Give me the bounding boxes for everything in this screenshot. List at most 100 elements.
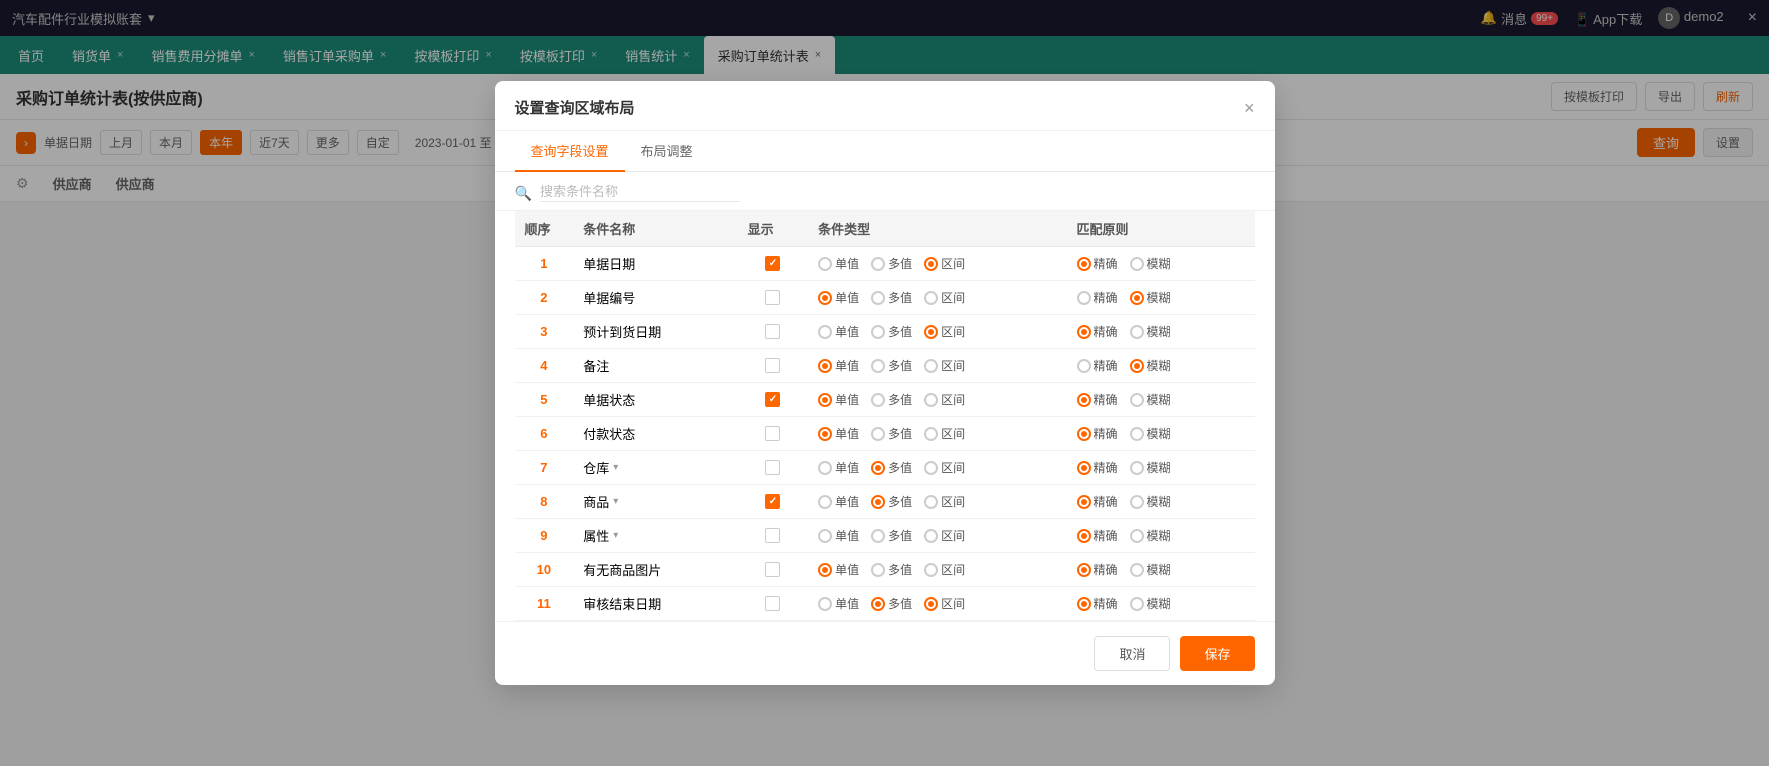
radio-circle[interactable] <box>818 461 832 475</box>
type-radio-item[interactable]: 单值 <box>818 357 859 374</box>
radio-circle[interactable] <box>818 359 832 373</box>
match-radio-circle[interactable] <box>1077 291 1091 305</box>
radio-circle[interactable] <box>871 529 885 543</box>
radio-circle[interactable] <box>871 427 885 441</box>
show-checkbox[interactable] <box>765 426 780 441</box>
cell-show[interactable] <box>738 451 808 485</box>
type-radio-item[interactable]: 区间 <box>924 425 965 442</box>
radio-circle[interactable] <box>871 563 885 577</box>
type-radio-item[interactable]: 单值 <box>818 595 859 612</box>
radio-circle[interactable] <box>871 393 885 407</box>
radio-circle[interactable] <box>924 461 938 475</box>
type-radio-item[interactable]: 多值 <box>871 425 912 442</box>
match-radio-item[interactable]: 模糊 <box>1130 595 1171 612</box>
type-radio-item[interactable]: 区间 <box>924 493 965 510</box>
match-radio-item[interactable]: 精确 <box>1077 255 1118 272</box>
type-radio-item[interactable]: 区间 <box>924 595 965 612</box>
radio-circle[interactable] <box>924 563 938 577</box>
radio-circle[interactable] <box>924 495 938 509</box>
type-radio-item[interactable]: 区间 <box>924 561 965 578</box>
match-radio-circle[interactable] <box>1130 359 1144 373</box>
type-radio-item[interactable]: 多值 <box>871 527 912 544</box>
cell-show[interactable] <box>738 587 808 621</box>
type-radio-item[interactable]: 多值 <box>871 323 912 340</box>
dialog-close-button[interactable]: × <box>1244 99 1255 117</box>
match-radio-circle[interactable] <box>1130 597 1144 611</box>
radio-circle[interactable] <box>818 427 832 441</box>
radio-circle[interactable] <box>818 257 832 271</box>
search-input[interactable] <box>540 184 740 202</box>
match-radio-item[interactable]: 精确 <box>1077 459 1118 476</box>
radio-circle[interactable] <box>924 359 938 373</box>
type-radio-item[interactable]: 单值 <box>818 289 859 306</box>
radio-circle[interactable] <box>924 325 938 339</box>
match-radio-item[interactable]: 精确 <box>1077 357 1118 374</box>
type-radio-item[interactable]: 单值 <box>818 323 859 340</box>
radio-circle[interactable] <box>871 291 885 305</box>
match-radio-item[interactable]: 模糊 <box>1130 357 1171 374</box>
radio-circle[interactable] <box>924 393 938 407</box>
match-radio-circle[interactable] <box>1077 393 1091 407</box>
type-radio-item[interactable]: 区间 <box>924 357 965 374</box>
radio-circle[interactable] <box>818 325 832 339</box>
tab-fields[interactable]: 查询字段设置 <box>515 131 625 172</box>
radio-circle[interactable] <box>924 291 938 305</box>
radio-circle[interactable] <box>818 563 832 577</box>
match-radio-item[interactable]: 精确 <box>1077 561 1118 578</box>
type-radio-item[interactable]: 多值 <box>871 289 912 306</box>
match-radio-circle[interactable] <box>1130 495 1144 509</box>
match-radio-item[interactable]: 模糊 <box>1130 561 1171 578</box>
show-checkbox[interactable] <box>765 596 780 611</box>
type-radio-item[interactable]: 区间 <box>924 527 965 544</box>
radio-circle[interactable] <box>871 325 885 339</box>
cell-show[interactable] <box>738 281 808 315</box>
radio-circle[interactable] <box>924 529 938 543</box>
match-radio-item[interactable]: 精确 <box>1077 527 1118 544</box>
match-radio-item[interactable]: 精确 <box>1077 425 1118 442</box>
show-checkbox[interactable] <box>765 494 780 509</box>
match-radio-circle[interactable] <box>1130 529 1144 543</box>
radio-circle[interactable] <box>818 291 832 305</box>
type-radio-item[interactable]: 多值 <box>871 357 912 374</box>
type-radio-item[interactable]: 单值 <box>818 561 859 578</box>
show-checkbox[interactable] <box>765 562 780 577</box>
type-radio-item[interactable]: 单值 <box>818 255 859 272</box>
cell-show[interactable] <box>738 247 808 281</box>
show-checkbox[interactable] <box>765 460 780 475</box>
type-radio-item[interactable]: 区间 <box>924 255 965 272</box>
type-radio-item[interactable]: 单值 <box>818 391 859 408</box>
match-radio-circle[interactable] <box>1077 359 1091 373</box>
cell-show[interactable] <box>738 315 808 349</box>
match-radio-item[interactable]: 模糊 <box>1130 255 1171 272</box>
radio-circle[interactable] <box>818 529 832 543</box>
match-radio-circle[interactable] <box>1130 291 1144 305</box>
tab-layout[interactable]: 布局调整 <box>625 131 709 172</box>
type-radio-item[interactable]: 单值 <box>818 459 859 476</box>
cell-show[interactable] <box>738 417 808 451</box>
match-radio-circle[interactable] <box>1130 461 1144 475</box>
cell-show[interactable] <box>738 485 808 519</box>
match-radio-item[interactable]: 模糊 <box>1130 391 1171 408</box>
match-radio-circle[interactable] <box>1077 529 1091 543</box>
radio-circle[interactable] <box>818 495 832 509</box>
match-radio-item[interactable]: 模糊 <box>1130 527 1171 544</box>
radio-circle[interactable] <box>924 257 938 271</box>
type-radio-item[interactable]: 区间 <box>924 289 965 306</box>
type-radio-item[interactable]: 区间 <box>924 459 965 476</box>
radio-circle[interactable] <box>924 427 938 441</box>
type-radio-item[interactable]: 多值 <box>871 561 912 578</box>
show-checkbox[interactable] <box>765 256 780 271</box>
cell-show[interactable] <box>738 349 808 383</box>
match-radio-item[interactable]: 精确 <box>1077 391 1118 408</box>
match-radio-circle[interactable] <box>1130 257 1144 271</box>
radio-circle[interactable] <box>818 597 832 611</box>
show-checkbox[interactable] <box>765 392 780 407</box>
type-radio-item[interactable]: 单值 <box>818 425 859 442</box>
match-radio-circle[interactable] <box>1077 563 1091 577</box>
match-radio-item[interactable]: 模糊 <box>1130 425 1171 442</box>
match-radio-circle[interactable] <box>1077 495 1091 509</box>
type-radio-item[interactable]: 多值 <box>871 391 912 408</box>
match-radio-item[interactable]: 精确 <box>1077 493 1118 510</box>
radio-circle[interactable] <box>924 597 938 611</box>
cell-show[interactable] <box>738 383 808 417</box>
